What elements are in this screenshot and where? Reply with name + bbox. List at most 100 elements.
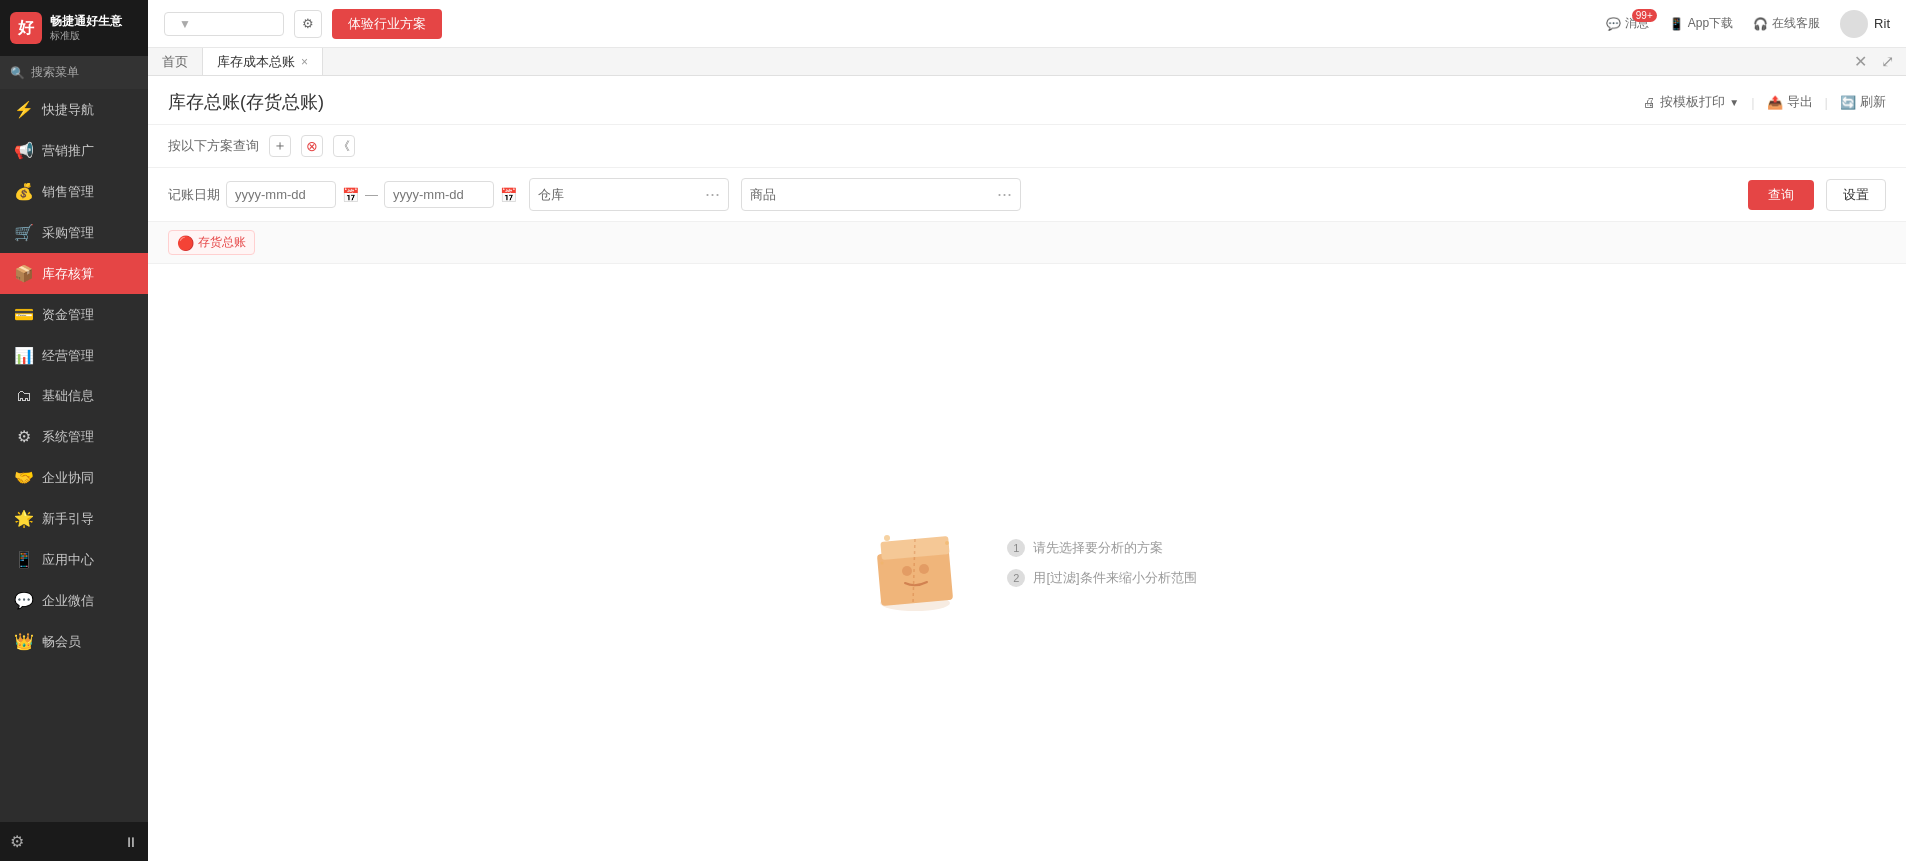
calendar-start-icon[interactable]: 📅 (342, 187, 359, 203)
tab-bar-expand-btn[interactable]: ⤢ (1877, 48, 1898, 75)
gear-icon: ⚙ (302, 16, 314, 31)
svg-point-4 (884, 535, 890, 541)
header-selector[interactable]: ▼ (164, 12, 284, 36)
date-end-input[interactable] (384, 181, 494, 208)
sales-icon: 💰 (14, 182, 34, 201)
tab-inventory-cost[interactable]: 库存成本总账 × (203, 48, 323, 75)
app-label: App下载 (1688, 15, 1733, 32)
warehouse-select[interactable]: 仓库 ··· (529, 178, 729, 211)
sidebar-item-label: 新手引导 (42, 510, 94, 528)
user-area[interactable]: Rit (1840, 10, 1890, 38)
app-download-btn[interactable]: 📱 App下载 (1669, 15, 1733, 32)
search-menu-label: 搜索菜单 (31, 64, 79, 81)
sidebar-item-purchase[interactable]: 🛒 采购管理 (0, 212, 148, 253)
warehouse-label: 仓库 (538, 186, 564, 204)
hint-num-2: 2 (1007, 569, 1025, 587)
vip-icon: 👑 (14, 632, 34, 651)
scheme-tag-label: 存货总账 (198, 234, 246, 251)
page-header: 库存总账(存货总账) 🖨 按模板打印 ▼ | 📤 导出 | 🔄 刷新 (148, 76, 1906, 125)
scheme-bar: 🔴 存货总账 (148, 222, 1906, 264)
sidebar-item-marketing[interactable]: 📢 营销推广 (0, 130, 148, 171)
sidebar-toggle-btn[interactable]: ⏸ (124, 834, 138, 850)
message-badge: 99+ (1632, 9, 1657, 22)
sidebar-item-basic[interactable]: 🗂 基础信息 (0, 376, 148, 416)
sidebar-item-vip[interactable]: 👑 畅会员 (0, 621, 148, 662)
brand-name: 畅捷通好生意 (50, 13, 122, 30)
refresh-btn[interactable]: 🔄 刷新 (1840, 93, 1886, 111)
sidebar-item-guide[interactable]: 🌟 新手引导 (0, 498, 148, 539)
message-icon: 💬 (1606, 17, 1621, 31)
export-icon: 📤 (1767, 95, 1783, 110)
query-btn[interactable]: 查询 (1748, 180, 1814, 210)
filter-label: 按以下方案查询 (168, 137, 259, 155)
search-icon: 🔍 (10, 66, 25, 80)
calendar-end-icon[interactable]: 📅 (500, 187, 517, 203)
online-service-btn[interactable]: 🎧 在线客服 (1753, 15, 1820, 32)
date-start-input[interactable] (226, 181, 336, 208)
quick-icon: ⚡ (14, 100, 34, 119)
sidebar-item-sales[interactable]: 💰 销售管理 (0, 171, 148, 212)
service-label: 在线客服 (1772, 15, 1820, 32)
svg-point-6 (881, 561, 884, 564)
sidebar-item-cooperation[interactable]: 🤝 企业协同 (0, 457, 148, 498)
sidebar-item-label: 快捷导航 (42, 101, 94, 119)
sidebar-item-quick[interactable]: ⚡ 快捷导航 (0, 89, 148, 130)
message-btn[interactable]: 💬 消息 99+ (1606, 15, 1649, 32)
avatar (1840, 10, 1868, 38)
goods-select[interactable]: 商品 ··· (741, 178, 1021, 211)
hint-num-1: 1 (1007, 539, 1025, 557)
empty-illustration (857, 503, 977, 623)
header-gear-btn[interactable]: ⚙ (294, 10, 322, 38)
search-fields: 记账日期 📅 — 📅 仓库 ··· 商品 ··· 查询 设置 (148, 168, 1906, 222)
filter-delete-btn[interactable]: ⊗ (301, 135, 323, 157)
user-name: Rit (1874, 16, 1890, 31)
scheme-tag[interactable]: 🔴 存货总账 (168, 230, 255, 255)
industry-btn[interactable]: 体验行业方案 (332, 9, 442, 39)
sidebar-item-label: 采购管理 (42, 224, 94, 242)
sidebar-item-wechat[interactable]: 💬 企业微信 (0, 580, 148, 621)
settings-btn[interactable]: ⚙ (10, 832, 24, 851)
empty-hints: 1 请先选择要分析的方案 2 用[过滤]条件来缩小分析范围 (1007, 539, 1196, 587)
page-title: 库存总账(存货总账) (168, 90, 324, 114)
filter-collapse-btn[interactable]: 《 (333, 135, 355, 157)
warehouse-more-icon[interactable]: ··· (705, 184, 720, 205)
refresh-icon: 🔄 (1840, 95, 1856, 110)
tab-inventory-cost-label: 库存成本总账 (217, 53, 295, 71)
scheme-icon: 🔴 (177, 235, 194, 251)
separator2: | (1825, 95, 1828, 110)
sidebar-item-label: 营销推广 (42, 142, 94, 160)
sidebar-item-system[interactable]: ⚙ 系统管理 (0, 416, 148, 457)
hint-text-2: 用[过滤]条件来缩小分析范围 (1033, 569, 1196, 587)
cooperation-icon: 🤝 (14, 468, 34, 487)
logo-text: 畅捷通好生意 标准版 (50, 13, 122, 44)
sidebar-item-inventory[interactable]: 📦 库存核算 (0, 253, 148, 294)
sidebar-item-label: 企业微信 (42, 592, 94, 610)
purchase-icon: 🛒 (14, 223, 34, 242)
tab-home[interactable]: 首页 (148, 48, 203, 75)
sidebar-logo: 好 畅捷通好生意 标准版 (0, 0, 148, 56)
wechat-icon: 💬 (14, 591, 34, 610)
search-menu[interactable]: 🔍 搜索菜单 (0, 56, 148, 89)
sidebar-item-apps[interactable]: 📱 应用中心 (0, 539, 148, 580)
empty-svg (857, 503, 977, 623)
header-right: 💬 消息 99+ 📱 App下载 🎧 在线客服 Rit (1606, 10, 1890, 38)
filter-add-btn[interactable]: ＋ (269, 135, 291, 157)
print-btn[interactable]: 🖨 按模板打印 ▼ (1643, 93, 1739, 111)
page-actions: 🖨 按模板打印 ▼ | 📤 导出 | 🔄 刷新 (1643, 93, 1886, 111)
sidebar-item-label: 企业协同 (42, 469, 94, 487)
goods-more-icon[interactable]: ··· (997, 184, 1012, 205)
tab-close-icon[interactable]: × (301, 55, 308, 69)
content-area: 库存总账(存货总账) 🖨 按模板打印 ▼ | 📤 导出 | 🔄 刷新 (148, 76, 1906, 861)
inventory-icon: 📦 (14, 264, 34, 283)
marketing-icon: 📢 (14, 141, 34, 160)
sidebar-item-finance[interactable]: 💳 资金管理 (0, 294, 148, 335)
main-area: ▼ ⚙ 体验行业方案 💬 消息 99+ 📱 App下载 🎧 在线客服 Rit (148, 0, 1906, 861)
sidebar-item-operations[interactable]: 📊 经营管理 (0, 335, 148, 376)
tab-bar-close-btn[interactable]: ✕ (1850, 48, 1871, 75)
settings-btn[interactable]: 设置 (1826, 179, 1886, 211)
print-label: 按模板打印 (1660, 93, 1725, 111)
tab-bar-right: ✕ ⤢ (1850, 48, 1906, 75)
empty-state: 1 请先选择要分析的方案 2 用[过滤]条件来缩小分析范围 (148, 264, 1906, 861)
sidebar-item-label: 库存核算 (42, 265, 94, 283)
export-btn[interactable]: 📤 导出 (1767, 93, 1813, 111)
